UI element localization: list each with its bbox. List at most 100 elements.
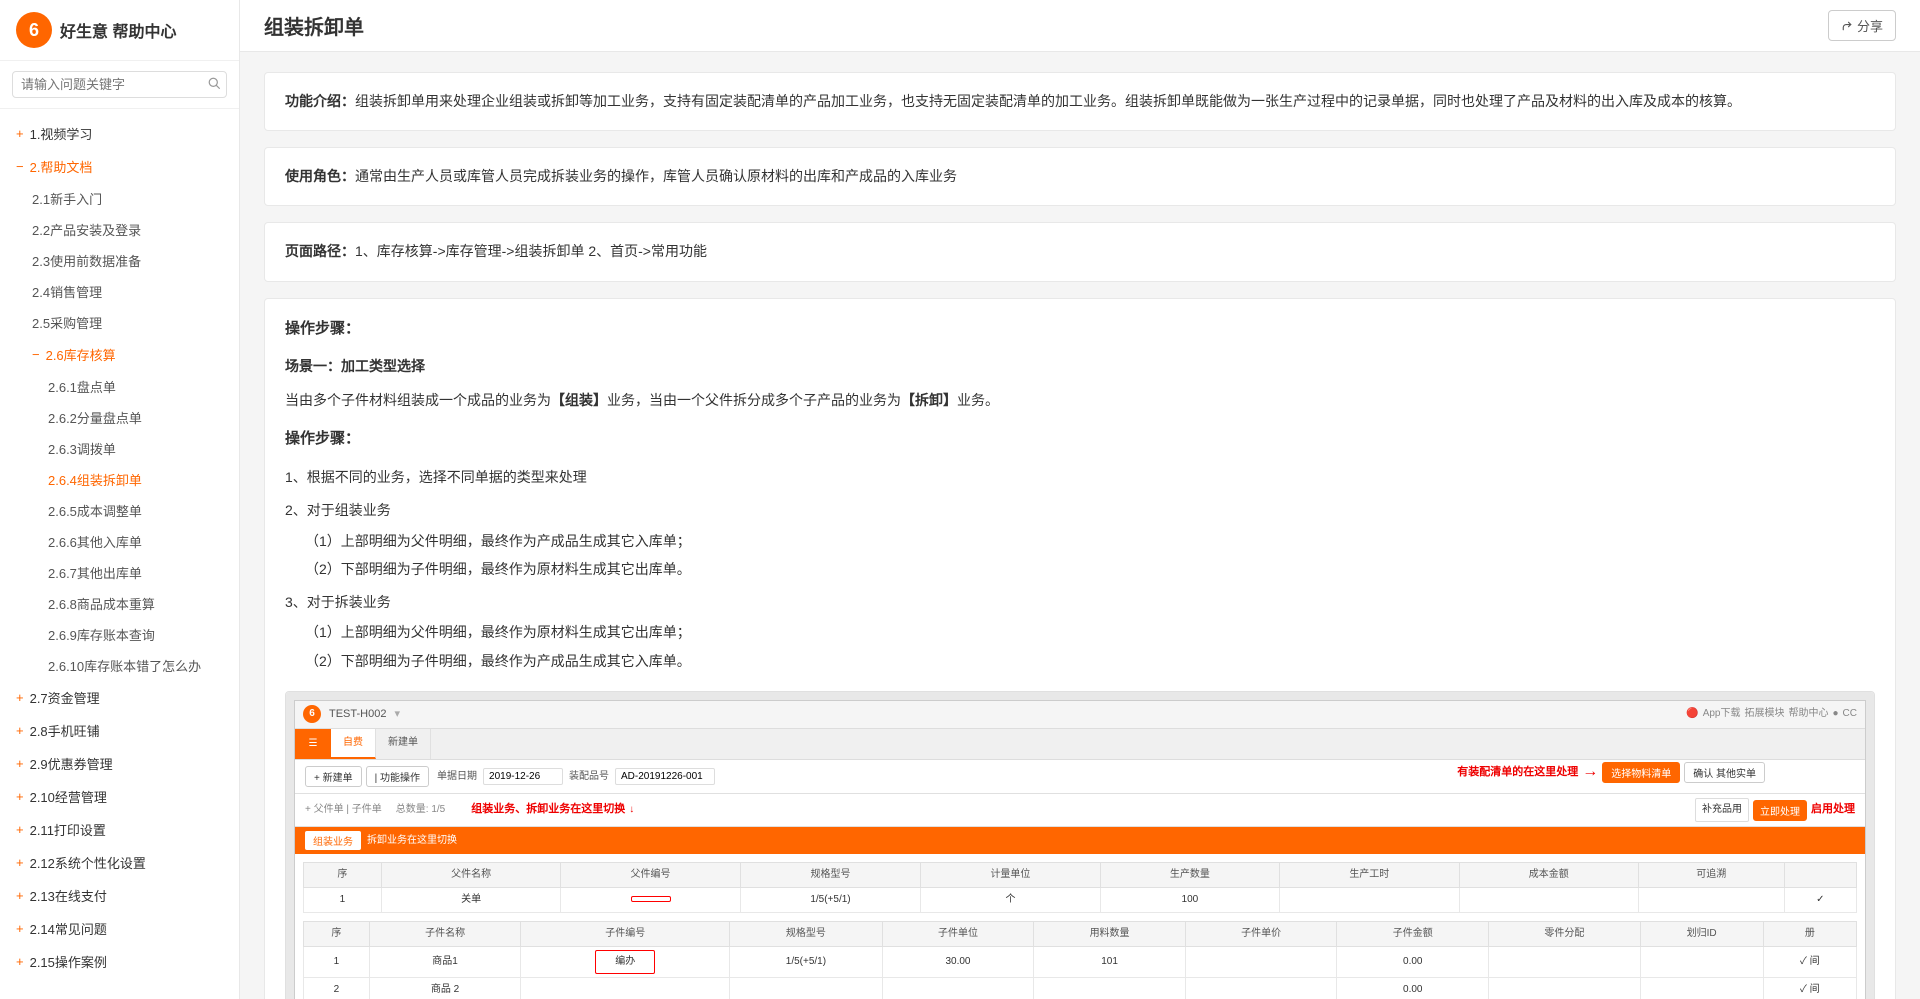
expand-icon-2-10: + (16, 789, 24, 804)
collapse-icon-2: − (16, 159, 24, 174)
mock-th-seq2: 序 (304, 922, 370, 947)
sidebar-item-2-8[interactable]: + 2.8手机旺铺 (0, 714, 239, 747)
mock-child-code-cell1[interactable]: 编办 (595, 950, 655, 974)
mock-sub-label2: 总数量: 1/5 (396, 801, 445, 819)
sidebar-item-2-4[interactable]: 2.4销售管理 (0, 276, 239, 307)
mock-enable-input: 补充品用 (1695, 798, 1749, 822)
sidebar-item-2-14[interactable]: + 2.14常见问题 (0, 912, 239, 945)
mock-tab-1[interactable]: 自费 (331, 729, 376, 759)
mock-type-btn[interactable]: 组装业务 (305, 831, 361, 850)
sidebar-item-2-6-7[interactable]: 2.6.7其他出库单 (0, 557, 239, 588)
sidebar-item-2-6-10[interactable]: 2.6.10库存账本错了怎么办 (0, 650, 239, 681)
search-box (0, 61, 239, 109)
sidebar-item-2-2[interactable]: 2.2产品安装及登录 (0, 214, 239, 245)
mock-tab-2[interactable]: 新建单 (376, 729, 431, 759)
search-button[interactable] (208, 77, 221, 93)
mock-lower-table-area: 无固定清单可以直接在这里录入 ↑ 序 子件名称 子件编号 规格型号 (295, 915, 1865, 999)
mock-child-amount1: 0.00 (1337, 947, 1489, 978)
mock-td-cost-val (1459, 888, 1638, 913)
mock-td-spec: 1/5(+5/1) (740, 888, 920, 913)
mock-th-child-price: 子件单价 (1185, 922, 1337, 947)
mock-child-id2 (1640, 978, 1763, 999)
mock-th-qty: 生产数量 (1100, 863, 1279, 888)
table-row: 2 商品 2 0.00 (304, 978, 1857, 999)
expand-icon-2-9: + (16, 756, 24, 771)
path-label: 页面路径： (285, 243, 355, 259)
mock-th-part-alloc: 零件分配 (1489, 922, 1641, 947)
mock-td-action1: ✓ (1784, 888, 1856, 913)
expand-icon-2-8: + (16, 723, 24, 738)
search-input[interactable] (12, 71, 227, 98)
sidebar-item-2-11-label: 2.11打印设置 (30, 820, 106, 839)
mock-type-row: 组装业务 拆卸业务在这里切换 (295, 827, 1865, 854)
mock-save-btn[interactable]: | 功能操作 (366, 766, 429, 787)
sidebar-item-2-6-7-label: 2.6.7其他出库单 (48, 566, 142, 581)
mock-child-alloc2 (1489, 978, 1641, 999)
sidebar-item-2-10[interactable]: + 2.10经营管理 (0, 780, 239, 813)
mock-child-action1: ✓ 间 (1763, 947, 1856, 978)
sidebar-item-1[interactable]: + 1.视频学习 (0, 117, 239, 150)
role-text: 通常由生产人员或库管人员完成拆装业务的操作，库管人员确认原材料的出库和产成品的入… (355, 168, 957, 184)
scenario1-desc: 当由多个子件材料组装成一个成品的业务为【组装】业务，当由一个父件拆分成多个子产品… (285, 387, 1875, 414)
sidebar-item-2-5[interactable]: 2.5采购管理 (0, 307, 239, 338)
sidebar-item-2-13[interactable]: + 2.13在线支付 (0, 879, 239, 912)
mock-apply-btn[interactable]: 立即处理 (1753, 800, 1807, 821)
sidebar-item-2-6-6[interactable]: 2.6.6其他入库单 (0, 526, 239, 557)
sidebar-item-2-6-5[interactable]: 2.6.5成本调整单 (0, 495, 239, 526)
sidebar-item-2-9[interactable]: + 2.9优惠券管理 (0, 747, 239, 780)
sidebar-item-2-3[interactable]: 2.3使用前数据准备 (0, 245, 239, 276)
sidebar-item-2-6-3[interactable]: 2.6.3调拨单 (0, 433, 239, 464)
mock-td-seq: 1 (304, 888, 382, 913)
mock-app-window: 6 TEST-H002 ▾ 🔴 App下载 拓展模块 帮助中心 ● CC (294, 700, 1866, 999)
mock-code-input[interactable] (615, 768, 715, 785)
mock-form-date-label: 单据日期 (437, 768, 477, 786)
mock-upper-table: 序 父件名称 父件编号 规格型号 计量单位 生产数量 生产工时 成本金额 可追溯 (303, 862, 1857, 913)
sidebar-item-2-12[interactable]: + 2.12系统个性化设置 (0, 846, 239, 879)
sidebar: 6 好生意 帮助中心 + 1.视频学习 − 2.帮助文档 2.1新手 (0, 0, 240, 999)
sidebar-item-2-6-9[interactable]: 2.6.9库存账本查询 (0, 619, 239, 650)
sidebar-item-2-15-label: 2.15操作案例 (30, 952, 107, 971)
step2-sub2: （2）下部明细为子件明细，最终作为原材料生成其它出库单。 (285, 556, 1875, 583)
mock-child-name2: 商品 2 (369, 978, 521, 999)
sidebar-item-2-2-label: 2.2产品安装及登录 (32, 223, 141, 238)
sidebar-item-2-1[interactable]: 2.1新手入门 (0, 183, 239, 214)
sidebar-item-2-14-label: 2.14常见问题 (30, 919, 107, 938)
sidebar-item-2-8-label: 2.8手机旺铺 (30, 721, 100, 740)
mock-th-child-spec: 规格型号 (730, 922, 882, 947)
sidebar-item-2-6-10-label: 2.6.10库存账本错了怎么办 (48, 659, 201, 674)
mock-sub-label1: + 父件单 | 子件单 (305, 801, 382, 819)
table-row: 1 商品1 编办 1/5(+5/1) 30.00 101 (304, 947, 1857, 978)
mock-child-amount2: 0.00 (1337, 978, 1489, 999)
mock-select-bom-btn[interactable]: 选择物料清单 (1602, 762, 1680, 783)
annotation2-container: 组装业务、拆卸业务在这里切换 ↓ (471, 800, 634, 820)
sidebar-item-2-7-label: 2.7资金管理 (30, 688, 100, 707)
mock-child-alloc1 (1489, 947, 1641, 978)
sidebar-item-2-7[interactable]: + 2.7资金管理 (0, 681, 239, 714)
sidebar-item-2-6-2[interactable]: 2.6.2分量盘点单 (0, 402, 239, 433)
share-icon (1841, 20, 1853, 32)
sidebar-item-2-15[interactable]: + 2.15操作案例 (0, 945, 239, 978)
mock-th-trace: 可追溯 (1638, 863, 1784, 888)
sidebar-item-2-10-label: 2.10经营管理 (30, 787, 107, 806)
sidebar-item-2-6-1[interactable]: 2.6.1盘点单 (0, 371, 239, 402)
sidebar-item-2-6-6-label: 2.6.6其他入库单 (48, 535, 142, 550)
mock-child-mq2 (1034, 978, 1186, 999)
mock-code-cell[interactable] (631, 896, 671, 902)
sidebar-item-2[interactable]: − 2.帮助文档 (0, 150, 239, 183)
mock-child-unit2 (882, 978, 1034, 999)
mock-add-btn[interactable]: + 新建单 (305, 766, 362, 787)
mock-ops-btn[interactable]: 确认 其他实单 (1684, 762, 1765, 783)
sidebar-item-2-6-4[interactable]: 2.6.4组装拆卸单 (0, 464, 239, 495)
main-area: 组装拆卸单 分享 功能介绍：组装拆卸单用来处理企业组装或拆卸等加工业务，支持有固… (240, 0, 1920, 999)
sidebar-item-2-6[interactable]: − 2.6库存核算 (0, 338, 239, 371)
sidebar-item-2-11[interactable]: + 2.11打印设置 (0, 813, 239, 846)
share-button[interactable]: 分享 (1828, 10, 1896, 41)
sidebar-item-2-5-label: 2.5采购管理 (32, 316, 102, 331)
expand-icon-2-15: + (16, 954, 24, 969)
mock-date-input[interactable] (483, 768, 563, 785)
mock-th-child-unit: 子件单位 (882, 922, 1034, 947)
sidebar-item-2-6-8[interactable]: 2.6.8商品成本重算 (0, 588, 239, 619)
expand-icon-2-12: + (16, 855, 24, 870)
path-text: 1、库存核算->库存管理->组装拆卸单 2、首页->常用功能 (355, 243, 707, 259)
mock-form-code-label: 装配品号 (569, 768, 609, 786)
